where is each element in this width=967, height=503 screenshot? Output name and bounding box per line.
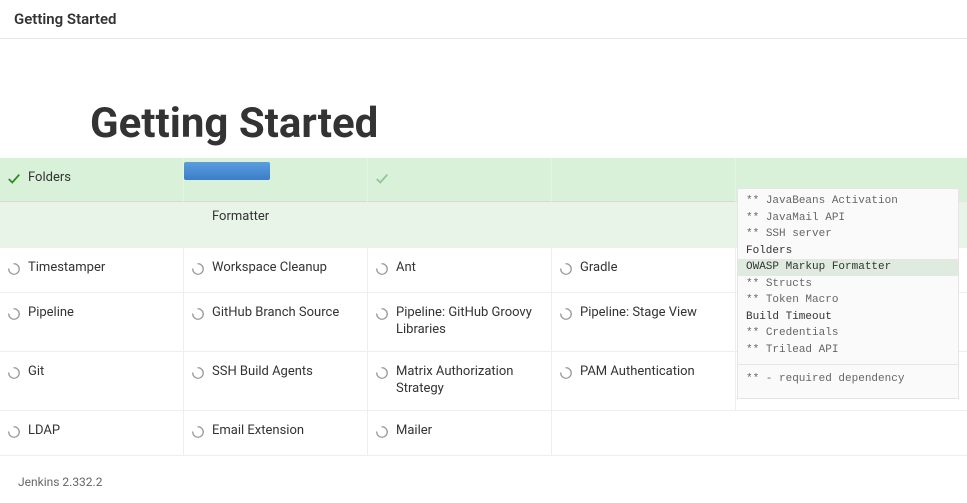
plugin-label: Timestamper: [28, 260, 105, 277]
plugin-label: Pipeline: Stage View: [580, 305, 697, 322]
plugin-cell[interactable]: Pipeline: GitHub Groovy Libraries: [368, 293, 552, 351]
plugin-label: Matrix Authorization Strategy: [396, 364, 541, 398]
log-line: JavaMail API: [738, 210, 958, 227]
spinner-icon: [558, 365, 574, 381]
log-line: JavaBeans Activation: [738, 193, 958, 210]
plugin-label: Workspace Cleanup: [212, 260, 327, 277]
plugin-row: LDAP Email Extension Mailer: [0, 411, 967, 456]
plugin-cell[interactable]: Gradle: [552, 248, 736, 292]
plugin-cell[interactable]: Pipeline: [0, 293, 184, 351]
spinner-icon: [190, 424, 206, 440]
plugin-label: Email Extension: [212, 423, 304, 440]
plugin-label: SSH Build Agents: [212, 364, 313, 381]
plugin-cell-empty: [552, 411, 736, 455]
log-legend: ** - required dependency: [738, 364, 958, 394]
spinner-icon: [6, 424, 22, 440]
wizard-header: Getting Started: [0, 0, 967, 39]
plugin-cell-formatter[interactable]: Formatter: [184, 203, 368, 247]
plugin-label: Gradle: [580, 260, 617, 277]
plugin-cell: [368, 203, 552, 247]
plugin-cell: [0, 203, 184, 247]
plugin-cell[interactable]: [368, 158, 552, 202]
plugin-label: PAM Authentication: [580, 364, 695, 381]
check-icon: [374, 171, 390, 187]
progress-bar: [184, 162, 270, 180]
check-icon: [6, 171, 22, 187]
spinner-icon: [374, 306, 390, 322]
plugin-label: GitHub Branch Source: [212, 305, 339, 322]
plugin-cell[interactable]: [552, 158, 736, 202]
plugin-cell[interactable]: LDAP: [0, 411, 184, 455]
plugin-cell[interactable]: Workspace Cleanup: [184, 248, 368, 292]
spinner-icon: [374, 424, 390, 440]
plugin-cell[interactable]: Email Extension: [184, 411, 368, 455]
version-footer: Jenkins 2.332.2: [18, 475, 102, 489]
plugin-label: Formatter: [212, 209, 269, 226]
plugin-cell[interactable]: Git: [0, 352, 184, 410]
log-line: OWASP Markup Formatter: [738, 259, 958, 276]
spinner-icon: [558, 261, 574, 277]
install-log-panel: JavaBeans ActivationJavaMail APISSH serv…: [737, 188, 959, 399]
plugin-cell[interactable]: PAM Authentication: [552, 352, 736, 410]
plugin-cell[interactable]: Pipeline: Stage View: [552, 293, 736, 351]
plugin-label: LDAP: [28, 423, 60, 440]
plugin-label: Git: [28, 364, 44, 381]
spinner-icon: [374, 261, 390, 277]
spinner-icon: [6, 261, 22, 277]
plugin-cell[interactable]: Mailer: [368, 411, 552, 455]
plugin-label: Ant: [396, 260, 416, 277]
log-line: Build Timeout: [738, 309, 958, 326]
wizard-header-title: Getting Started: [14, 10, 116, 28]
spinner-icon: [190, 365, 206, 381]
spinner-icon: [374, 365, 390, 381]
spinner-icon: [190, 306, 206, 322]
spinner-icon: [190, 261, 206, 277]
plugin-label: Pipeline: [28, 305, 74, 322]
plugin-cell-progress[interactable]: [184, 158, 368, 202]
plugin-label: Pipeline: GitHub Groovy Libraries: [396, 305, 541, 339]
log-line: Folders: [738, 243, 958, 260]
plugin-cell[interactable]: SSH Build Agents: [184, 352, 368, 410]
plugin-cell[interactable]: GitHub Branch Source: [184, 293, 368, 351]
log-line: Credentials: [738, 325, 958, 342]
page-title: Getting Started: [90, 99, 967, 148]
plugin-cell[interactable]: Ant: [368, 248, 552, 292]
spinner-icon: [558, 306, 574, 322]
plugin-label: Mailer: [396, 423, 432, 440]
log-line: Token Macro: [738, 292, 958, 309]
plugin-cell[interactable]: Timestamper: [0, 248, 184, 292]
plugin-label: Folders: [28, 170, 71, 187]
spinner-icon: [6, 365, 22, 381]
plugin-cell: [552, 203, 736, 247]
log-line: SSH server: [738, 226, 958, 243]
log-line: Trilead API: [738, 342, 958, 359]
log-line: Structs: [738, 276, 958, 293]
plugin-cell[interactable]: Matrix Authorization Strategy: [368, 352, 552, 410]
plugin-cell-folders[interactable]: Folders: [0, 158, 184, 202]
spinner-icon: [6, 306, 22, 322]
